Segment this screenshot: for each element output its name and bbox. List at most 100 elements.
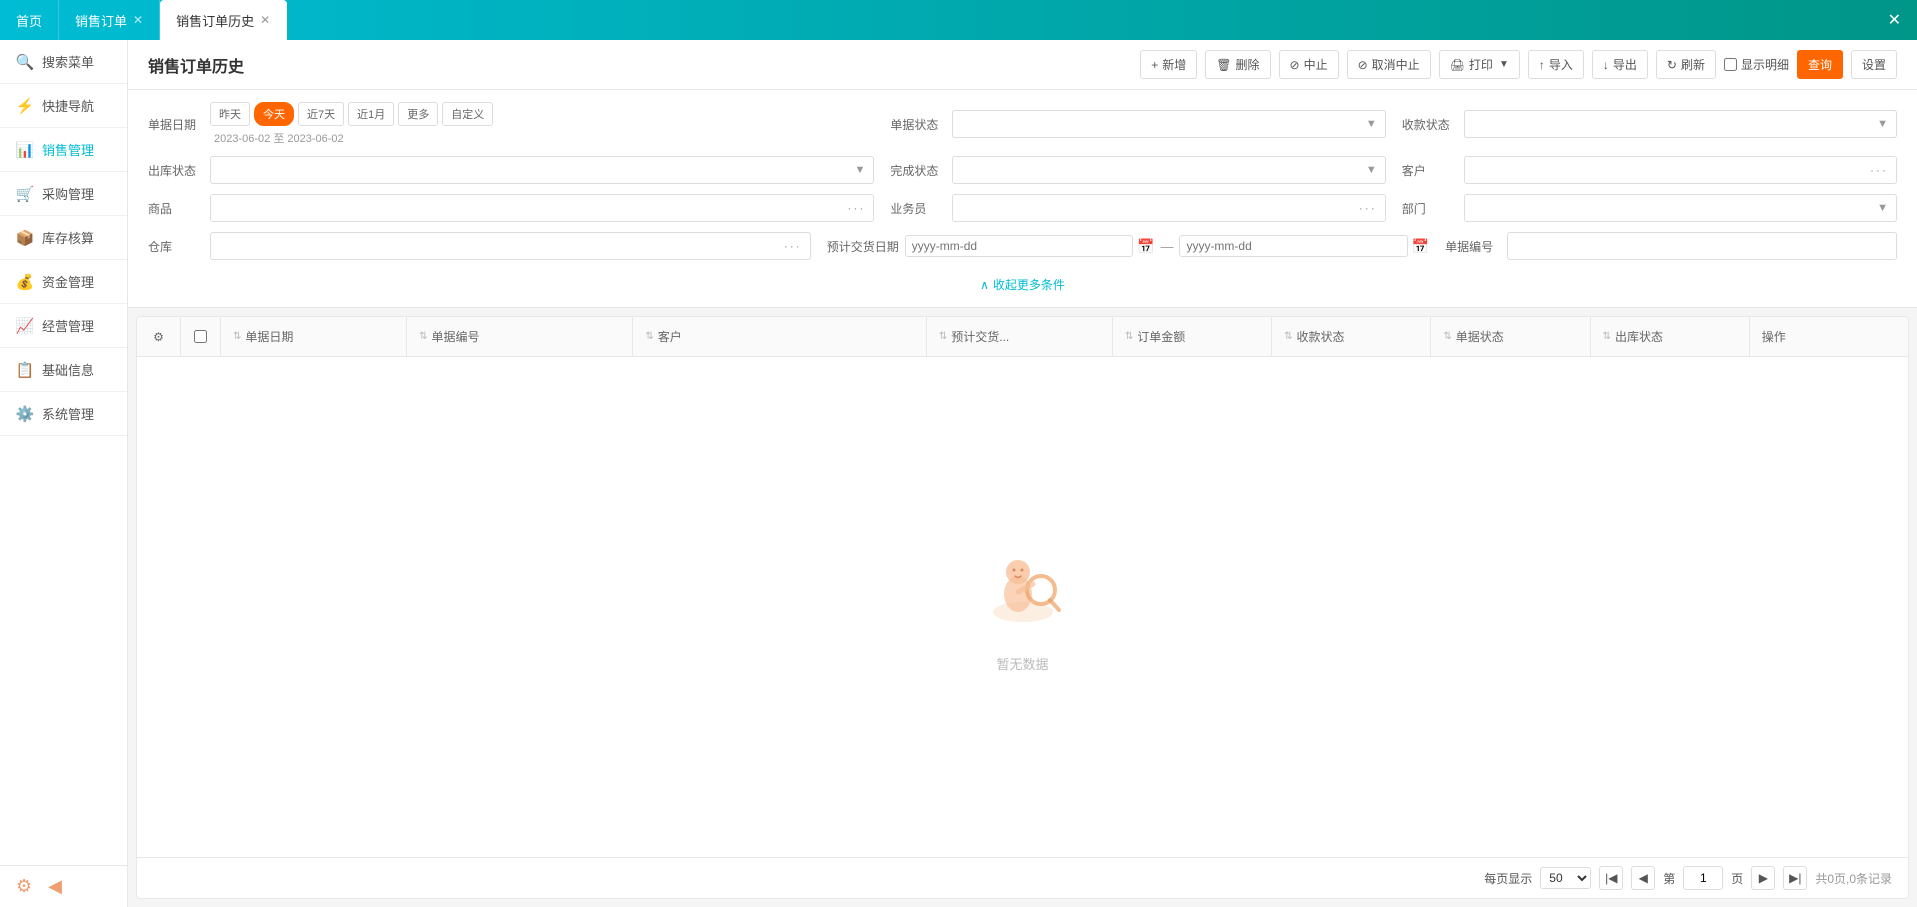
warehouse-dots-icon: ··· bbox=[784, 239, 802, 253]
filter-salesperson-item: 业务员 ··· bbox=[890, 194, 1385, 222]
sidebar-item-inventory-label: 库存核算 bbox=[42, 228, 94, 247]
date-btn-yesterday[interactable]: 昨天 bbox=[210, 102, 250, 126]
operations-icon: 📈 bbox=[16, 317, 34, 335]
query-button[interactable]: 查询 bbox=[1797, 50, 1843, 79]
delivery-date-to[interactable] bbox=[1179, 235, 1407, 257]
customer-select[interactable]: ··· bbox=[1464, 156, 1897, 184]
date-btn-custom[interactable]: 自定义 bbox=[442, 102, 493, 126]
th-number[interactable]: ⇅ 单据编号 bbox=[407, 317, 633, 356]
basic-info-icon: 📋 bbox=[16, 361, 34, 379]
delivery-date-filter-label: 预计交货日期 bbox=[827, 238, 899, 255]
sidebar-item-sales-mgmt[interactable]: 📊 销售管理 bbox=[0, 128, 127, 172]
filter-row-4: 仓库 ··· 预计交货日期 📅 — 📅 单据编号 bbox=[148, 232, 1897, 260]
order-number-input[interactable] bbox=[1507, 232, 1897, 260]
sidebar-item-basic-info-label: 基础信息 bbox=[42, 360, 94, 379]
export-button[interactable]: ↓ 导出 bbox=[1592, 50, 1648, 79]
tab-sales-order-history[interactable]: 销售订单历史 ✕ bbox=[160, 0, 287, 40]
new-button[interactable]: + 新增 bbox=[1140, 50, 1197, 79]
calendar-from-icon[interactable]: 📅 bbox=[1137, 238, 1154, 255]
ship-status-select[interactable]: ▼ bbox=[210, 156, 874, 184]
filter-complete-status-item: 完成状态 ▼ bbox=[890, 156, 1385, 184]
import-icon: ↑ bbox=[1539, 58, 1545, 72]
salesperson-select[interactable]: ··· bbox=[952, 194, 1385, 222]
tab-sales-order-label: 销售订单 bbox=[75, 11, 127, 30]
department-chevron-icon: ▼ bbox=[1877, 202, 1888, 214]
department-select[interactable]: ▼ bbox=[1464, 194, 1897, 222]
collapse-up-icon: ∧ bbox=[980, 278, 989, 292]
date-btn-1month[interactable]: 近1月 bbox=[348, 102, 394, 126]
sidebar-item-finance[interactable]: 💰 资金管理 bbox=[0, 260, 127, 304]
sidebar-item-operations[interactable]: 📈 经营管理 bbox=[0, 304, 127, 348]
collapse-label: 收起更多条件 bbox=[993, 276, 1065, 293]
close-window-icon[interactable]: ✕ bbox=[1888, 10, 1901, 30]
ship-status-filter-label: 出库状态 bbox=[148, 162, 204, 179]
date-btn-more[interactable]: 更多 bbox=[398, 102, 438, 126]
th-date[interactable]: ⇅ 单据日期 bbox=[221, 317, 407, 356]
page-size-label: 每页显示 bbox=[1484, 870, 1532, 887]
settings-button[interactable]: 设置 bbox=[1851, 50, 1897, 79]
tab-sales-order[interactable]: 销售订单 ✕ bbox=[59, 0, 160, 40]
sidebar-item-operations-label: 经营管理 bbox=[42, 316, 94, 335]
sidebar-item-quick-nav[interactable]: ⚡ 快捷导航 bbox=[0, 84, 127, 128]
date-btn-7days[interactable]: 近7天 bbox=[298, 102, 344, 126]
sidebar-item-system[interactable]: ⚙️ 系统管理 bbox=[0, 392, 127, 436]
import-button[interactable]: ↑ 导入 bbox=[1528, 50, 1584, 79]
select-all-checkbox[interactable] bbox=[194, 330, 207, 343]
new-icon: + bbox=[1151, 58, 1158, 72]
last-page-btn[interactable]: ▶| bbox=[1783, 866, 1807, 890]
first-page-btn[interactable]: |◀ bbox=[1599, 866, 1623, 890]
payment-status-select[interactable]: ▼ bbox=[1464, 110, 1897, 138]
th-customer[interactable]: ⇅ 客户 bbox=[633, 317, 926, 356]
quick-nav-icon: ⚡ bbox=[16, 97, 34, 115]
tab-sales-order-history-close[interactable]: ✕ bbox=[260, 13, 270, 27]
sidebar-item-purchase-mgmt[interactable]: 🛒 采购管理 bbox=[0, 172, 127, 216]
warehouse-select[interactable]: ··· bbox=[210, 232, 811, 260]
th-ship-status[interactable]: ⇅ 出库状态 bbox=[1591, 317, 1750, 356]
sidebar-settings-icon[interactable]: ⚙ bbox=[16, 876, 32, 897]
th-order-status[interactable]: ⇅ 单据状态 bbox=[1431, 317, 1590, 356]
calendar-to-icon[interactable]: 📅 bbox=[1412, 238, 1429, 255]
complete-status-select[interactable]: ▼ bbox=[952, 156, 1385, 184]
product-select[interactable]: ··· bbox=[210, 194, 874, 222]
page-size-select[interactable]: 20 50 100 bbox=[1540, 867, 1591, 889]
display-detail-check[interactable] bbox=[1724, 58, 1737, 71]
delivery-date-from[interactable] bbox=[905, 235, 1133, 257]
date-btn-today[interactable]: 今天 bbox=[254, 102, 294, 126]
display-detail-checkbox[interactable]: 显示明细 bbox=[1724, 56, 1789, 73]
delete-button[interactable]: 🗑 删除 bbox=[1205, 50, 1270, 79]
tab-sales-order-close[interactable]: ✕ bbox=[133, 13, 143, 27]
table-area: ⚙ ⇅ 单据日期 ⇅ 单据编号 ⇅ 客户 ⇅ bbox=[136, 316, 1909, 899]
th-ops: 操作 bbox=[1750, 317, 1908, 356]
page-title: 销售订单历史 bbox=[148, 53, 244, 77]
th-delivery[interactable]: ⇅ 预计交货... bbox=[927, 317, 1113, 356]
stop-button[interactable]: ⊘ 中止 bbox=[1279, 50, 1339, 79]
complete-status-filter-label: 完成状态 bbox=[890, 162, 946, 179]
complete-status-chevron-icon: ▼ bbox=[1366, 164, 1377, 176]
order-status-select[interactable]: ▼ bbox=[952, 110, 1385, 138]
sidebar-item-search-menu[interactable]: 🔍 搜索菜单 bbox=[0, 40, 127, 84]
sidebar-item-purchase-mgmt-label: 采购管理 bbox=[42, 184, 94, 203]
order-status-chevron-icon: ▼ bbox=[1366, 118, 1377, 130]
pagination-bar: 每页显示 20 50 100 |◀ ◀ 第 页 ▶ ▶| 共0页,0条记录 bbox=[137, 857, 1908, 898]
tab-home[interactable]: + 新增 首页 bbox=[0, 0, 59, 40]
collapse-bar[interactable]: ∧ 收起更多条件 bbox=[148, 270, 1897, 295]
print-button[interactable]: 🖨 打印 ▼ bbox=[1439, 50, 1520, 79]
th-payment-status[interactable]: ⇅ 收款状态 bbox=[1272, 317, 1431, 356]
page-number-input[interactable] bbox=[1683, 866, 1723, 890]
prev-page-btn[interactable]: ◀ bbox=[1631, 866, 1655, 890]
next-page-btn[interactable]: ▶ bbox=[1751, 866, 1775, 890]
sidebar-item-basic-info[interactable]: 📋 基础信息 bbox=[0, 348, 127, 392]
sidebar-collapse-icon[interactable]: ◀ bbox=[48, 876, 62, 897]
filter-area: 单据日期 昨天 今天 近7天 近1月 更多 自定义 2023-06-02 至 2… bbox=[128, 90, 1917, 308]
th-check[interactable] bbox=[181, 317, 221, 356]
th-amount[interactable]: ⇅ 订单金额 bbox=[1113, 317, 1272, 356]
refresh-button[interactable]: ↻ 刷新 bbox=[1656, 50, 1716, 79]
cancel-stop-button[interactable]: ⊘ 取消中止 bbox=[1347, 50, 1431, 79]
sidebar-item-inventory[interactable]: 📦 库存核算 bbox=[0, 216, 127, 260]
top-bar-right: ✕ bbox=[1888, 10, 1917, 30]
th-settings[interactable]: ⚙ bbox=[137, 317, 181, 356]
department-filter-label: 部门 bbox=[1402, 200, 1458, 217]
sort-payment-icon: ⇅ bbox=[1284, 331, 1292, 342]
filter-row-3: 商品 ··· 业务员 ··· 部门 ▼ bbox=[148, 194, 1897, 222]
table-settings-icon[interactable]: ⚙ bbox=[153, 330, 164, 344]
